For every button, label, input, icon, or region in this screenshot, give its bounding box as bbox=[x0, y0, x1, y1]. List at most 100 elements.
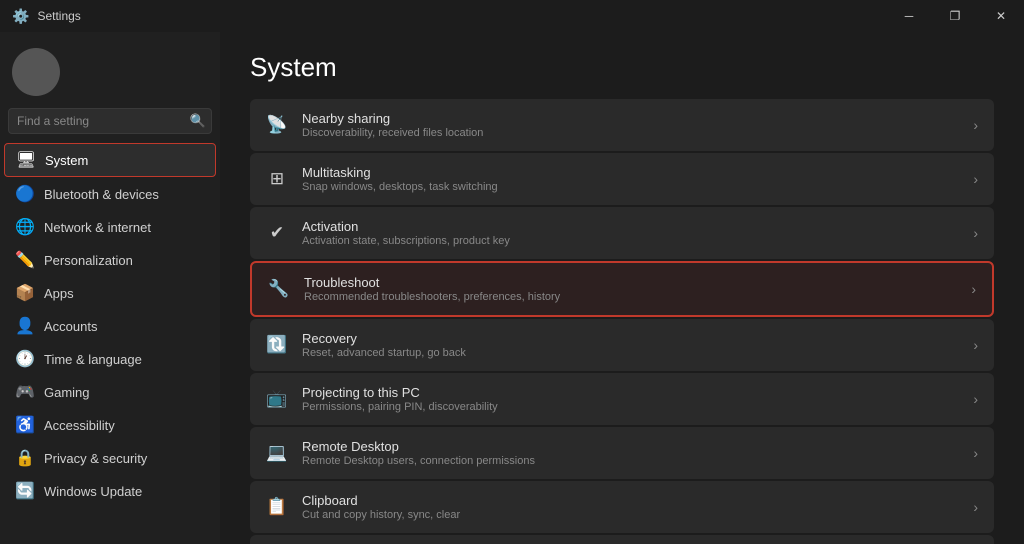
time-icon: 🕐 bbox=[16, 350, 34, 368]
chevron-right-icon: › bbox=[973, 117, 978, 133]
settings-item-subtitle: Permissions, pairing PIN, discoverabilit… bbox=[302, 401, 498, 413]
settings-item-troubleshoot[interactable]: 🔧 Troubleshoot Recommended troubleshoote… bbox=[250, 261, 994, 317]
settings-item-multitasking[interactable]: ⊞ Multitasking Snap windows, desktops, t… bbox=[250, 153, 994, 205]
search-icon: 🔍 bbox=[190, 113, 206, 129]
main-content: System 📡 Nearby sharing Discoverability,… bbox=[220, 32, 1024, 544]
settings-item-recovery[interactable]: 🔃 Recovery Reset, advanced startup, go b… bbox=[250, 319, 994, 371]
settings-item-title: Activation bbox=[302, 219, 510, 234]
remote-desktop-icon: 💻 bbox=[266, 442, 288, 464]
chevron-right-icon: › bbox=[973, 337, 978, 353]
network-icon: 🌐 bbox=[16, 218, 34, 236]
close-button[interactable]: ✕ bbox=[978, 0, 1024, 32]
sidebar-item-label: Accounts bbox=[44, 319, 97, 334]
activation-icon: ✔ bbox=[266, 222, 288, 244]
settings-item-text: Projecting to this PC Permissions, pairi… bbox=[302, 385, 498, 413]
settings-item-left: 💻 Remote Desktop Remote Desktop users, c… bbox=[266, 439, 535, 467]
bluetooth-icon: 🔵 bbox=[16, 185, 34, 203]
search-input[interactable] bbox=[8, 108, 212, 134]
apps-icon: 📦 bbox=[16, 284, 34, 302]
sidebar-item-bluetooth[interactable]: 🔵 Bluetooth & devices bbox=[4, 178, 216, 210]
sidebar-item-label: Bluetooth & devices bbox=[44, 187, 159, 202]
sidebar-item-privacy[interactable]: 🔒 Privacy & security bbox=[4, 442, 216, 474]
settings-item-left: 🔃 Recovery Reset, advanced startup, go b… bbox=[266, 331, 466, 359]
settings-item-nearby-sharing[interactable]: 📡 Nearby sharing Discoverability, receiv… bbox=[250, 99, 994, 151]
titlebar-app-icon: ⚙️ bbox=[12, 8, 29, 25]
sidebar-item-accounts[interactable]: 👤 Accounts bbox=[4, 310, 216, 342]
sidebar-item-apps[interactable]: 📦 Apps bbox=[4, 277, 216, 309]
nearby-sharing-icon: 📡 bbox=[266, 114, 288, 136]
settings-item-text: Clipboard Cut and copy history, sync, cl… bbox=[302, 493, 460, 521]
settings-item-remote-desktop[interactable]: 💻 Remote Desktop Remote Desktop users, c… bbox=[250, 427, 994, 479]
settings-item-left: 📡 Nearby sharing Discoverability, receiv… bbox=[266, 111, 483, 139]
sidebar-item-accessibility[interactable]: ♿ Accessibility bbox=[4, 409, 216, 441]
settings-item-clipboard[interactable]: 📋 Clipboard Cut and copy history, sync, … bbox=[250, 481, 994, 533]
sidebar: 🔍 🖥 System 🔵 Bluetooth & devices 🌐 Netwo… bbox=[0, 32, 220, 544]
chevron-right-icon: › bbox=[973, 225, 978, 241]
settings-item-activation[interactable]: ✔ Activation Activation state, subscript… bbox=[250, 207, 994, 259]
settings-item-text: Recovery Reset, advanced startup, go bac… bbox=[302, 331, 466, 359]
settings-item-subtitle: Recommended troubleshooters, preferences… bbox=[304, 291, 560, 303]
app-container: 🔍 🖥 System 🔵 Bluetooth & devices 🌐 Netwo… bbox=[0, 32, 1024, 544]
clipboard-icon: 📋 bbox=[266, 496, 288, 518]
privacy-icon: 🔒 bbox=[16, 449, 34, 467]
sidebar-item-label: Personalization bbox=[44, 253, 133, 268]
projecting-icon: 📺 bbox=[266, 388, 288, 410]
avatar bbox=[12, 48, 60, 96]
minimize-button[interactable]: ─ bbox=[886, 0, 932, 32]
sidebar-item-update[interactable]: 🔄 Windows Update bbox=[4, 475, 216, 507]
settings-list: 📡 Nearby sharing Discoverability, receiv… bbox=[250, 99, 994, 544]
sidebar-item-label: Gaming bbox=[44, 385, 90, 400]
sidebar-item-system[interactable]: 🖥 System bbox=[4, 143, 216, 177]
sidebar-item-label: Apps bbox=[44, 286, 74, 301]
titlebar-title: Settings bbox=[37, 9, 80, 23]
chevron-right-icon: › bbox=[973, 445, 978, 461]
settings-item-title: Multitasking bbox=[302, 165, 498, 180]
update-icon: 🔄 bbox=[16, 482, 34, 500]
settings-item-subtitle: Reset, advanced startup, go back bbox=[302, 347, 466, 359]
chevron-right-icon: › bbox=[973, 391, 978, 407]
settings-item-left: ⊞ Multitasking Snap windows, desktops, t… bbox=[266, 165, 498, 193]
troubleshoot-icon: 🔧 bbox=[268, 278, 290, 300]
sidebar-item-time[interactable]: 🕐 Time & language bbox=[4, 343, 216, 375]
sidebar-items: 🖥 System 🔵 Bluetooth & devices 🌐 Network… bbox=[0, 142, 220, 508]
sidebar-item-label: System bbox=[45, 153, 88, 168]
sidebar-item-label: Windows Update bbox=[44, 484, 142, 499]
settings-item-subtitle: Activation state, subscriptions, product… bbox=[302, 235, 510, 247]
sidebar-item-network[interactable]: 🌐 Network & internet bbox=[4, 211, 216, 243]
settings-item-subtitle: Snap windows, desktops, task switching bbox=[302, 181, 498, 193]
settings-item-text: Remote Desktop Remote Desktop users, con… bbox=[302, 439, 535, 467]
accessibility-icon: ♿ bbox=[16, 416, 34, 434]
sidebar-item-label: Network & internet bbox=[44, 220, 151, 235]
restore-button[interactable]: ❐ bbox=[932, 0, 978, 32]
settings-item-text: Multitasking Snap windows, desktops, tas… bbox=[302, 165, 498, 193]
sidebar-item-personalization[interactable]: ✏️ Personalization bbox=[4, 244, 216, 276]
settings-item-left: 📋 Clipboard Cut and copy history, sync, … bbox=[266, 493, 460, 521]
chevron-right-icon: › bbox=[971, 281, 976, 297]
titlebar-controls: ─ ❐ ✕ bbox=[886, 0, 1024, 32]
settings-item-left: ✔ Activation Activation state, subscript… bbox=[266, 219, 510, 247]
sidebar-item-label: Privacy & security bbox=[44, 451, 147, 466]
page-title: System bbox=[250, 52, 994, 83]
settings-item-about[interactable]: ℹ About Device specifications, rename PC… bbox=[250, 535, 994, 544]
settings-item-left: 📺 Projecting to this PC Permissions, pai… bbox=[266, 385, 498, 413]
settings-item-title: Remote Desktop bbox=[302, 439, 535, 454]
sidebar-item-label: Accessibility bbox=[44, 418, 115, 433]
settings-item-subtitle: Discoverability, received files location bbox=[302, 127, 483, 139]
settings-item-text: Troubleshoot Recommended troubleshooters… bbox=[304, 275, 560, 303]
settings-item-title: Recovery bbox=[302, 331, 466, 346]
titlebar: ⚙️ Settings ─ ❐ ✕ bbox=[0, 0, 1024, 32]
multitasking-icon: ⊞ bbox=[266, 168, 288, 190]
search-box: 🔍 bbox=[8, 108, 212, 134]
recovery-icon: 🔃 bbox=[266, 334, 288, 356]
settings-item-title: Troubleshoot bbox=[304, 275, 560, 290]
chevron-right-icon: › bbox=[973, 171, 978, 187]
settings-item-projecting[interactable]: 📺 Projecting to this PC Permissions, pai… bbox=[250, 373, 994, 425]
settings-item-text: Nearby sharing Discoverability, received… bbox=[302, 111, 483, 139]
personalization-icon: ✏️ bbox=[16, 251, 34, 269]
settings-item-left: 🔧 Troubleshoot Recommended troubleshoote… bbox=[268, 275, 560, 303]
sidebar-item-gaming[interactable]: 🎮 Gaming bbox=[4, 376, 216, 408]
settings-item-text: Activation Activation state, subscriptio… bbox=[302, 219, 510, 247]
settings-item-subtitle: Cut and copy history, sync, clear bbox=[302, 509, 460, 521]
titlebar-left: ⚙️ Settings bbox=[12, 8, 81, 25]
system-icon: 🖥 bbox=[17, 151, 35, 169]
